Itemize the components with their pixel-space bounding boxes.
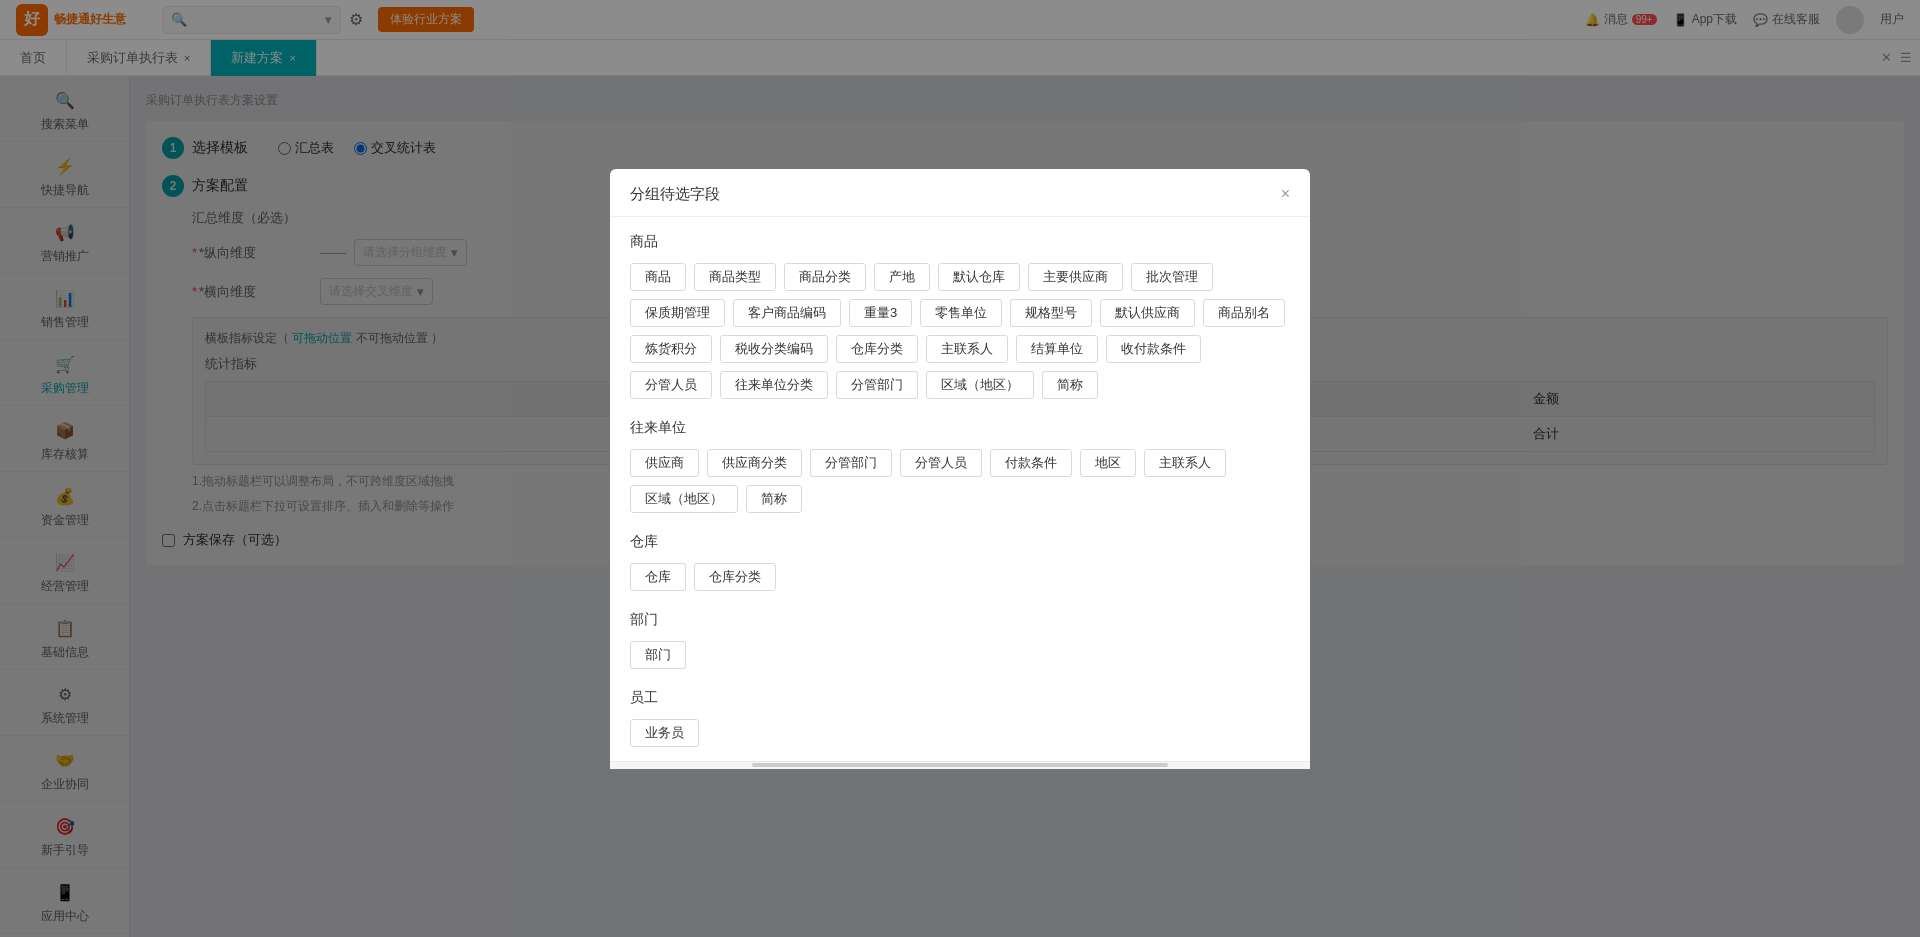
field-chips-warehouse: 仓库 仓库分类 [630,563,1290,591]
field-group-partner: 往来单位 供应商 供应商分类 分管部门 分管人员 付款条件 地区 主联系人 区域… [630,419,1290,513]
modal-overlay[interactable]: 分组待选字段 × 商品 商品 商品类型 商品分类 产地 默认仓库 主要供应商 批… [0,0,1920,937]
field-group-staff: 员工 业务员 [630,689,1290,747]
modal-header: 分组待选字段 × [610,169,1310,217]
field-chip[interactable]: 分管人员 [630,371,712,399]
field-chip[interactable]: 商品分类 [784,263,866,291]
field-chips-dept: 部门 [630,641,1290,669]
modal-title: 分组待选字段 [630,185,720,204]
field-chip[interactable]: 往来单位分类 [720,371,828,399]
field-chip[interactable]: 结算单位 [1016,335,1098,363]
field-chip[interactable]: 付款条件 [990,449,1072,477]
field-chip[interactable]: 主要供应商 [1028,263,1123,291]
field-chip[interactable]: 部门 [630,641,686,669]
field-group-product: 商品 商品 商品类型 商品分类 产地 默认仓库 主要供应商 批次管理 保质期管理… [630,233,1290,399]
field-chips-staff: 业务员 [630,719,1290,747]
field-chip[interactable]: 简称 [746,485,802,513]
field-chip[interactable]: 仓库 [630,563,686,591]
field-chip[interactable]: 仓库分类 [694,563,776,591]
field-chip[interactable]: 默认供应商 [1100,299,1195,327]
field-chip[interactable]: 主联系人 [1144,449,1226,477]
field-group-dept: 部门 部门 [630,611,1290,669]
field-chip[interactable]: 重量3 [849,299,912,327]
field-chip[interactable]: 分管人员 [900,449,982,477]
field-chip[interactable]: 保质期管理 [630,299,725,327]
field-chip[interactable]: 商品 [630,263,686,291]
field-chip[interactable]: 商品类型 [694,263,776,291]
field-group-title-product: 商品 [630,233,1290,251]
modal-close-btn[interactable]: × [1281,185,1290,203]
field-chip[interactable]: 分管部门 [836,371,918,399]
field-chip[interactable]: 简称 [1042,371,1098,399]
modal-body: 商品 商品 商品类型 商品分类 产地 默认仓库 主要供应商 批次管理 保质期管理… [610,217,1310,761]
field-chip[interactable]: 炼货积分 [630,335,712,363]
field-group-title-partner: 往来单位 [630,419,1290,437]
modal-dialog: 分组待选字段 × 商品 商品 商品类型 商品分类 产地 默认仓库 主要供应商 批… [610,169,1310,769]
field-chip[interactable]: 零售单位 [920,299,1002,327]
field-chip[interactable]: 客户商品编码 [733,299,841,327]
field-group-title-staff: 员工 [630,689,1290,707]
field-chip[interactable]: 税收分类编码 [720,335,828,363]
field-group-title-dept: 部门 [630,611,1290,629]
field-chip[interactable]: 供应商分类 [707,449,802,477]
field-chip[interactable]: 区域（地区） [926,371,1034,399]
field-group-warehouse: 仓库 仓库 仓库分类 [630,533,1290,591]
modal-hscroll[interactable] [610,761,1310,769]
field-chips-partner: 供应商 供应商分类 分管部门 分管人员 付款条件 地区 主联系人 区域（地区） … [630,449,1290,513]
field-chip[interactable]: 规格型号 [1010,299,1092,327]
field-chips-product: 商品 商品类型 商品分类 产地 默认仓库 主要供应商 批次管理 保质期管理 客户… [630,263,1290,399]
hscroll-thumb[interactable] [752,763,1167,767]
field-chip[interactable]: 主联系人 [926,335,1008,363]
field-chip[interactable]: 供应商 [630,449,699,477]
field-chip[interactable]: 仓库分类 [836,335,918,363]
field-chip[interactable]: 默认仓库 [938,263,1020,291]
field-chip[interactable]: 批次管理 [1131,263,1213,291]
field-chip[interactable]: 分管部门 [810,449,892,477]
field-chip[interactable]: 收付款条件 [1106,335,1201,363]
field-chip[interactable]: 产地 [874,263,930,291]
field-chip[interactable]: 区域（地区） [630,485,738,513]
field-chip[interactable]: 地区 [1080,449,1136,477]
field-chip[interactable]: 业务员 [630,719,699,747]
field-chip[interactable]: 商品别名 [1203,299,1285,327]
field-group-title-warehouse: 仓库 [630,533,1290,551]
